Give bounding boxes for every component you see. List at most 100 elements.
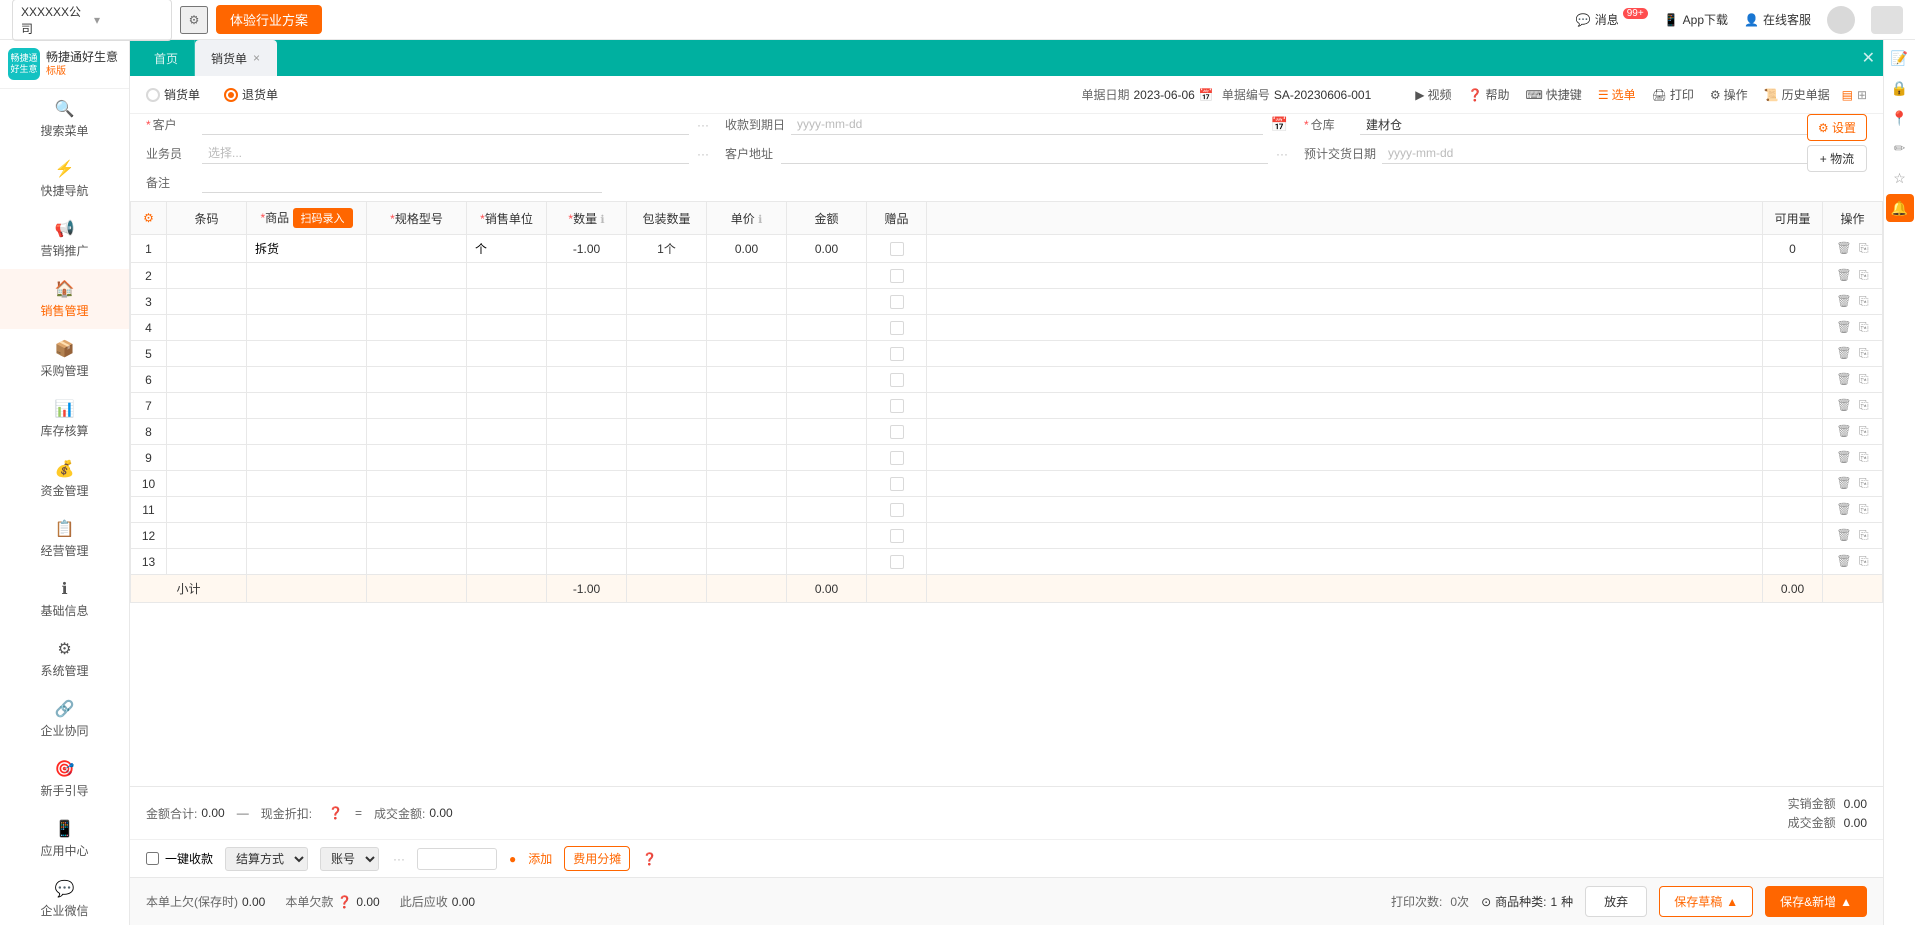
row-pkgqty-13[interactable]: [627, 549, 707, 575]
row-barcode-2[interactable]: [167, 263, 247, 289]
row-gift-7[interactable]: [867, 393, 927, 419]
row-price-6[interactable]: [707, 367, 787, 393]
row-product-7[interactable]: [247, 393, 367, 419]
save-new-btn[interactable]: 保存&新增 ▲: [1765, 886, 1867, 917]
row-price-4[interactable]: [707, 315, 787, 341]
row-unit-7[interactable]: [467, 393, 547, 419]
row-amount-10[interactable]: [787, 471, 867, 497]
row-pkgqty-10[interactable]: [627, 471, 707, 497]
row-unit-3[interactable]: [467, 289, 547, 315]
sidebar-item-sales[interactable]: 🏠 销售管理: [0, 269, 129, 329]
copy-icon[interactable]: ⎘: [1859, 294, 1869, 308]
settings-icon[interactable]: ⚙: [180, 6, 208, 34]
row-unit-4[interactable]: [467, 315, 547, 341]
row-unit-13[interactable]: [467, 549, 547, 575]
row-gift-2[interactable]: [867, 263, 927, 289]
table-settings-icon[interactable]: ⚙: [143, 211, 154, 225]
delete-icon[interactable]: 🗑: [1836, 476, 1851, 490]
notes-input[interactable]: [202, 172, 602, 193]
row-spec-13[interactable]: [367, 549, 467, 575]
row-spec-1[interactable]: [367, 235, 467, 263]
row-spec-9[interactable]: [367, 445, 467, 471]
row-spec-2[interactable]: [367, 263, 467, 289]
row-price-7[interactable]: [707, 393, 787, 419]
list-view-btn[interactable]: ▤: [1842, 88, 1853, 102]
sidebar-item-wechat[interactable]: 💬 企业微信: [0, 869, 129, 925]
row-barcode-12[interactable]: [167, 523, 247, 549]
row-qty-2[interactable]: [547, 263, 627, 289]
row-product-3[interactable]: [247, 289, 367, 315]
app-download-button[interactable]: 📱 App下载: [1664, 11, 1728, 28]
row-price-3[interactable]: [707, 289, 787, 315]
row-qty-12[interactable]: [547, 523, 627, 549]
row-qty-6[interactable]: [547, 367, 627, 393]
message-button[interactable]: 💬 消息 99+: [1576, 11, 1648, 28]
online-service-button[interactable]: 👤 在线客服: [1744, 11, 1811, 28]
fee-split-help-icon[interactable]: ❓: [642, 852, 657, 866]
row-amount-6[interactable]: [787, 367, 867, 393]
doc-date-value[interactable]: 2023-06-06: [1133, 88, 1194, 102]
row-spec-8[interactable]: [367, 419, 467, 445]
row-qty-3[interactable]: [547, 289, 627, 315]
row-unit-8[interactable]: [467, 419, 547, 445]
copy-icon[interactable]: ⎘: [1859, 476, 1869, 490]
row-pkgqty-1[interactable]: 1个: [627, 235, 707, 263]
delete-icon[interactable]: 🗑: [1836, 502, 1851, 516]
side-panel-lock-btn[interactable]: 🔒: [1886, 74, 1914, 102]
toolbar-select[interactable]: ☰ 选单: [1594, 84, 1640, 105]
this-order-arrears-help[interactable]: ❓: [337, 895, 352, 909]
row-product-5[interactable]: [247, 341, 367, 367]
row-spec-7[interactable]: [367, 393, 467, 419]
copy-icon[interactable]: ⎘: [1859, 450, 1869, 464]
row-barcode-5[interactable]: [167, 341, 247, 367]
row-gift-5[interactable]: [867, 341, 927, 367]
delete-icon[interactable]: 🗑: [1836, 450, 1851, 464]
row-amount-9[interactable]: [787, 445, 867, 471]
row-unit-11[interactable]: [467, 497, 547, 523]
sidebar-item-collab[interactable]: 🔗 企业协同: [0, 689, 129, 749]
row-amount-13[interactable]: [787, 549, 867, 575]
sidebar-item-system[interactable]: ⚙ 系统管理: [0, 629, 129, 689]
row-product-12[interactable]: [247, 523, 367, 549]
row-unit-2[interactable]: [467, 263, 547, 289]
row-gift-10[interactable]: [867, 471, 927, 497]
row-pkgqty-11[interactable]: [627, 497, 707, 523]
warehouse-input[interactable]: [1360, 114, 1847, 135]
row-spec-6[interactable]: [367, 367, 467, 393]
sidebar-item-guide[interactable]: 🎯 新手引导: [0, 749, 129, 809]
row-gift-6[interactable]: [867, 367, 927, 393]
logistics-button[interactable]: + 物流: [1807, 145, 1867, 172]
delete-icon[interactable]: 🗑: [1836, 320, 1851, 334]
toolbar-shortcut[interactable]: ⌨ 快捷键: [1521, 84, 1585, 105]
avatar[interactable]: [1827, 6, 1855, 34]
row-product-1[interactable]: [247, 235, 367, 263]
delete-icon[interactable]: 🗑: [1836, 294, 1851, 308]
delete-icon[interactable]: 🗑: [1836, 554, 1851, 568]
row-amount-4[interactable]: [787, 315, 867, 341]
row-gift-1[interactable]: [867, 235, 927, 263]
row-product-10[interactable]: [247, 471, 367, 497]
row-product-4[interactable]: [247, 315, 367, 341]
sidebar-item-search[interactable]: 🔍 搜索菜单: [0, 89, 129, 149]
side-panel-location-btn[interactable]: 📍: [1886, 104, 1914, 132]
sidebar-item-quicknav[interactable]: ⚡ 快捷导航: [0, 149, 129, 209]
account-dots[interactable]: ···: [393, 852, 405, 866]
row-qty-5[interactable]: [547, 341, 627, 367]
save-draft-btn[interactable]: 保存草稿 ▲: [1659, 886, 1753, 917]
sidebar-item-apps[interactable]: 📱 应用中心: [0, 809, 129, 869]
delivery-date-input[interactable]: [1382, 143, 1842, 164]
radio-sale[interactable]: 销货单: [146, 86, 200, 103]
grid-view-btn[interactable]: ⊞: [1857, 88, 1867, 102]
sidebar-item-operations[interactable]: 📋 经营管理: [0, 509, 129, 569]
row-unit-1[interactable]: [467, 235, 547, 263]
row-gift-9[interactable]: [867, 445, 927, 471]
row-pkgqty-7[interactable]: [627, 393, 707, 419]
copy-icon[interactable]: ⎘: [1859, 268, 1869, 282]
copy-icon[interactable]: ⎘: [1859, 346, 1869, 360]
row-price-11[interactable]: [707, 497, 787, 523]
row-gift-13[interactable]: [867, 549, 927, 575]
trial-button[interactable]: 体验行业方案: [216, 5, 322, 34]
row-unit-5[interactable]: [467, 341, 547, 367]
side-panel-star-btn[interactable]: ☆: [1886, 164, 1914, 192]
row-amount-12[interactable]: [787, 523, 867, 549]
